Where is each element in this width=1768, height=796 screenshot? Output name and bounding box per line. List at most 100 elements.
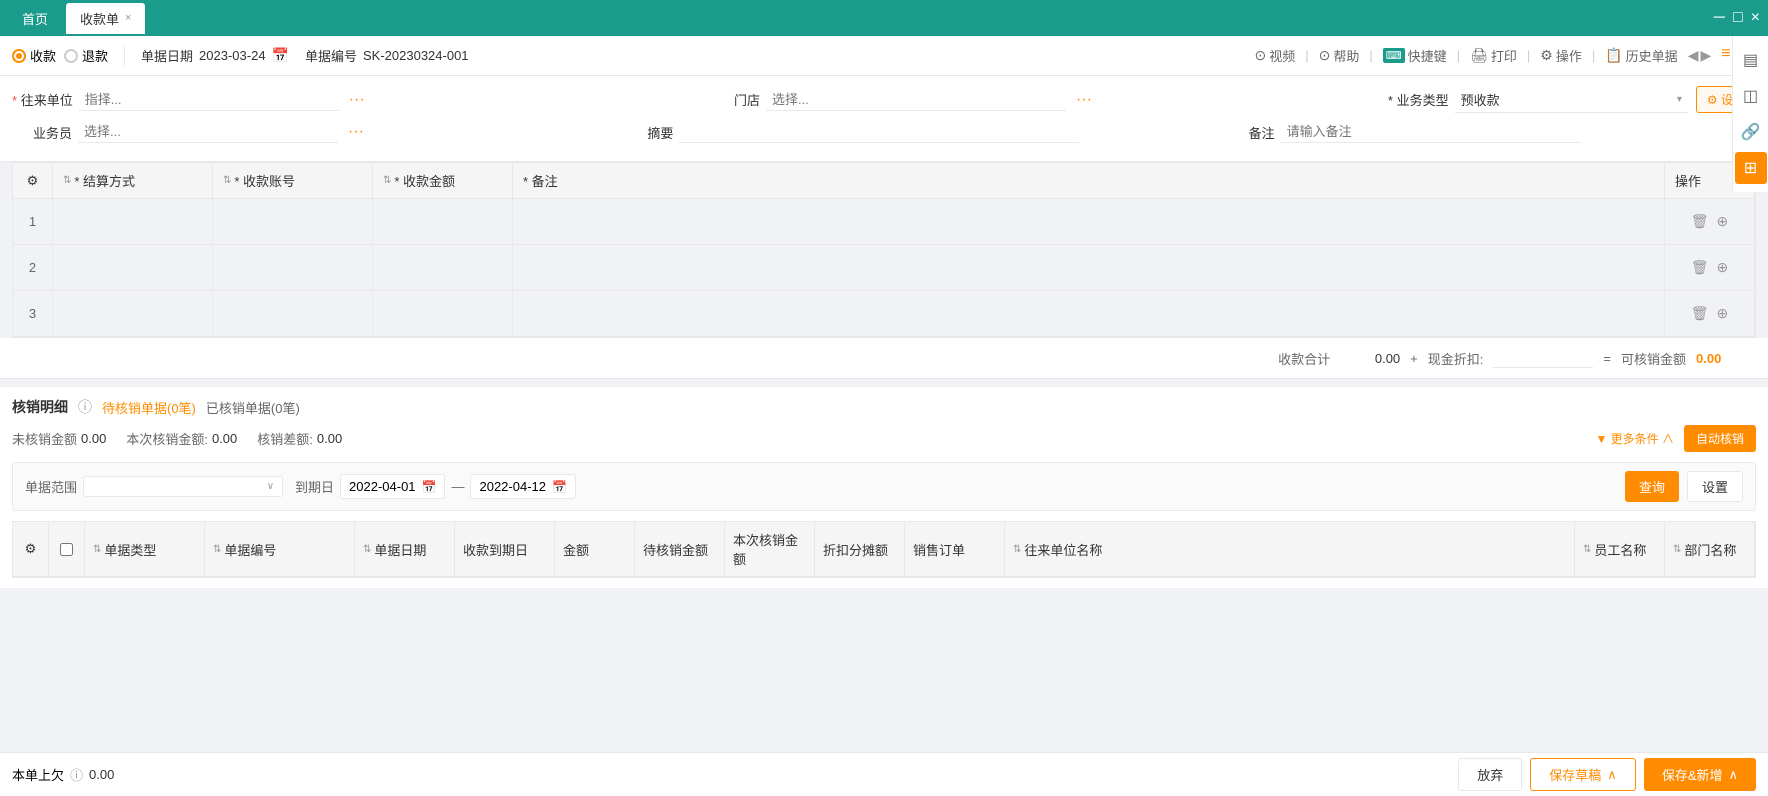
tab-done[interactable]: 已核销单据(0笔)	[206, 398, 300, 417]
more-conditions-btn[interactable]: ▼ 更多条件 ∧	[1595, 430, 1674, 447]
nav-prev-icon[interactable]: ◀	[1688, 47, 1699, 64]
account-label: * 收款账号	[234, 171, 295, 190]
row1-account[interactable]	[213, 199, 373, 244]
help-icon: ⊙	[1319, 47, 1331, 64]
date-sort-icon[interactable]: ⇅	[363, 544, 371, 555]
row3-amount[interactable]	[373, 291, 513, 336]
tab-close-icon[interactable]: ×	[125, 12, 131, 24]
form-area: * 往来单位 ··· 门店 ··· * 业务类型 预收款 ▾ ⚙ 设置 业务员 …	[0, 76, 1768, 162]
save-draft-arrow-icon: ∧	[1607, 767, 1617, 783]
filter-settings-btn[interactable]: 设置	[1687, 471, 1743, 502]
bottom-info-icon[interactable]: ⓘ	[70, 765, 83, 784]
row2-remark[interactable]	[513, 245, 1665, 290]
cal-to-icon[interactable]: 📅	[552, 480, 567, 494]
radio-refund[interactable]: 退款	[64, 46, 108, 65]
sidebar-doc-icon[interactable]: ◫	[1735, 80, 1767, 112]
history-btn[interactable]: 📋 历史单据	[1605, 46, 1677, 65]
print-btn[interactable]: 🖨 打印	[1470, 46, 1517, 65]
offset-amount-col: 金额	[555, 522, 635, 576]
row1-copy-icon[interactable]: ⊕	[1717, 213, 1729, 230]
biz-select[interactable]: 预收款 ▾	[1455, 87, 1688, 113]
row3-num: 3	[13, 291, 53, 336]
plus-sign: +	[1410, 351, 1418, 366]
staff-input[interactable]	[78, 121, 338, 143]
staff-sort-icon[interactable]: ⇅	[1583, 544, 1591, 555]
row1-amount[interactable]	[373, 199, 513, 244]
row1-settle[interactable]	[53, 199, 213, 244]
range-select[interactable]: ∨	[83, 476, 283, 497]
settle-sort-icon[interactable]: ⇅	[63, 175, 71, 186]
calendar-icon[interactable]: 📅	[272, 47, 289, 64]
sidebar-link-icon[interactable]: 🔗	[1735, 116, 1767, 148]
tab-active[interactable]: 收款单 ×	[66, 3, 145, 34]
row1-remark[interactable]	[513, 199, 1665, 244]
row2-delete-icon[interactable]: 🗑	[1691, 259, 1709, 276]
save-new-btn[interactable]: 保存&新增 ∧	[1644, 758, 1756, 791]
close-icon[interactable]: ×	[1751, 9, 1760, 27]
offset-section: 核销明细 ⓘ 待核销单据(0笔) 已核销单据(0笔) 未核销金额 0.00 本次…	[0, 387, 1768, 588]
row2-copy-icon[interactable]: ⊕	[1717, 259, 1729, 276]
date-to-input[interactable]: 2022-04-12 📅	[470, 474, 575, 499]
staff-field: 业务员 ···	[12, 121, 553, 143]
remark-input[interactable]	[1281, 121, 1581, 143]
cal-from-icon[interactable]: 📅	[422, 480, 437, 494]
save-draft-btn[interactable]: 保存草稿 ∧	[1530, 758, 1636, 791]
row3-remark[interactable]	[513, 291, 1665, 336]
client-sort-icon[interactable]: ⇅	[1013, 544, 1021, 555]
store-input[interactable]	[766, 89, 1066, 111]
remark-col-label: * 备注	[523, 171, 558, 190]
list-view-icon[interactable]: ≡	[1721, 45, 1730, 67]
tab-pending[interactable]: 待核销单据(0笔)	[102, 398, 196, 417]
row2-account[interactable]	[213, 245, 373, 290]
dept-sort-icon[interactable]: ⇅	[1673, 544, 1681, 555]
summary-input[interactable]	[679, 121, 1079, 143]
row2-settle[interactable]	[53, 245, 213, 290]
row3-delete-icon[interactable]: 🗑	[1691, 305, 1709, 322]
row3-account[interactable]	[213, 291, 373, 336]
maximize-icon[interactable]: □	[1733, 9, 1743, 27]
sidebar-expand-icon[interactable]: ⊞	[1735, 152, 1767, 184]
offset-gear-col[interactable]: ⚙	[13, 522, 49, 576]
offset-this-col: 本次核销金额	[725, 522, 815, 576]
date-from-input[interactable]: 2022-04-01 📅	[340, 474, 445, 499]
table-gear-col[interactable]: ⚙	[13, 163, 53, 198]
type-sort-icon[interactable]: ⇅	[93, 544, 101, 555]
num-sort-icon[interactable]: ⇅	[213, 544, 221, 555]
amount-sort-icon[interactable]: ⇅	[383, 175, 391, 186]
auto-offset-btn[interactable]: 自动核销	[1684, 425, 1756, 452]
sidebar-table-icon[interactable]: ▤	[1735, 44, 1767, 76]
row2-amount[interactable]	[373, 245, 513, 290]
radio-refund-circle	[64, 49, 78, 63]
offset-checkbox-col[interactable]	[49, 522, 85, 576]
client-input[interactable]	[79, 89, 339, 111]
bottom-info-label: 本单上欠	[12, 765, 64, 784]
offset-info-icon[interactable]: ⓘ	[78, 397, 92, 417]
tab-home[interactable]: 首页	[8, 3, 62, 34]
nav-next-icon[interactable]: ▶	[1700, 47, 1711, 64]
abandon-btn[interactable]: 放弃	[1458, 758, 1522, 791]
client-more-icon[interactable]: ···	[349, 91, 365, 109]
account-sort-icon[interactable]: ⇅	[223, 175, 231, 186]
row1-delete-icon[interactable]: 🗑	[1691, 213, 1709, 230]
save-new-arrow-icon: ∧	[1728, 767, 1738, 783]
row3-settle[interactable]	[53, 291, 213, 336]
form-row-1: * 往来单位 ··· 门店 ··· * 业务类型 预收款 ▾ ⚙ 设置	[12, 86, 1756, 113]
bottom-bar-right: 放弃 保存草稿 ∧ 保存&新增 ∧	[1458, 758, 1756, 791]
query-btn[interactable]: 查询	[1625, 471, 1679, 502]
video-btn[interactable]: ⊙ 视频	[1255, 46, 1296, 65]
shortcut-btn[interactable]: ⌨ 快捷键	[1383, 46, 1447, 65]
store-more-icon[interactable]: ···	[1076, 91, 1092, 109]
range-arrow-icon: ∨	[267, 481, 274, 492]
discount-input[interactable]	[1493, 348, 1593, 368]
unverified-label: 未核销金额	[12, 429, 77, 448]
row3-copy-icon[interactable]: ⊕	[1717, 305, 1729, 322]
minimize-icon[interactable]: ─	[1714, 9, 1725, 27]
action-btn[interactable]: ⚙ 操作	[1540, 46, 1582, 65]
help-btn[interactable]: ⊙ 帮助	[1319, 46, 1360, 65]
date-label: 单据日期	[374, 540, 426, 559]
select-all-checkbox[interactable]	[60, 543, 73, 556]
row1-num: 1	[13, 199, 53, 244]
unverified-value: 0.00	[81, 431, 106, 446]
staff-more-icon[interactable]: ···	[348, 123, 364, 141]
radio-receive[interactable]: 收款	[12, 46, 56, 65]
